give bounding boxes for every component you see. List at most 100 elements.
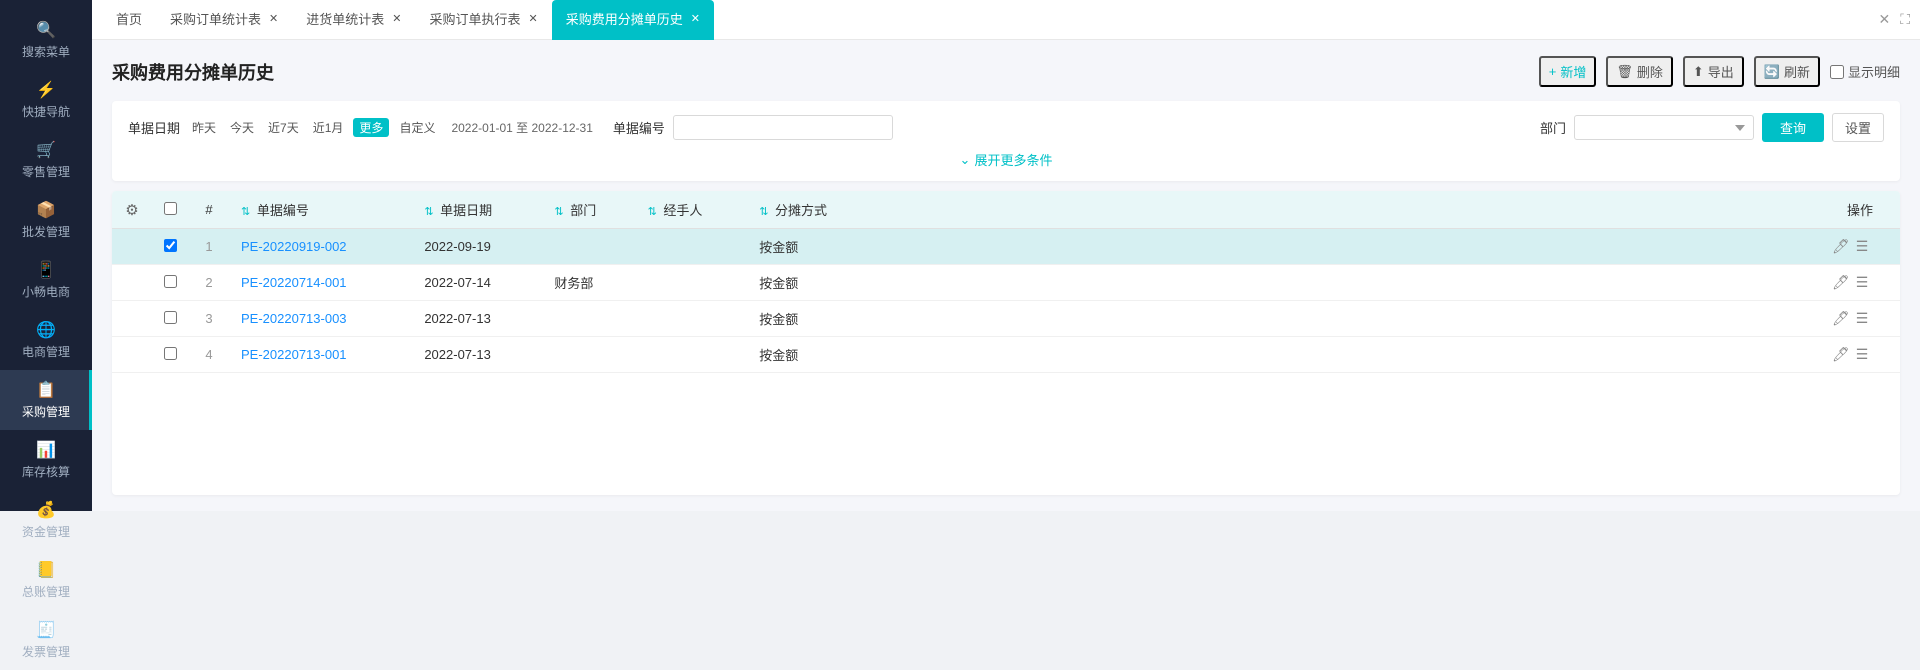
expand-conditions-btn[interactable]: ⌄ 展开更多条件 <box>128 150 1884 169</box>
tab-close-icon[interactable]: ✕ <box>691 12 700 25</box>
close-window-icon[interactable]: ✕ <box>1878 11 1890 28</box>
table-row: 1 PE-20220919-002 2022-09-19 按金额 🖊 ☰ <box>112 229 1900 265</box>
cell-checkbox <box>152 337 189 373</box>
doc-no-link[interactable]: PE-20220713-003 <box>241 311 347 326</box>
shortcut-today[interactable]: 今天 <box>226 118 258 137</box>
cell-doc-date: 2022-09-19 <box>412 229 542 265</box>
date-filter-group: 单据日期 昨天 今天 近7天 近1月 更多 自定义 2022-01-01 至 2… <box>128 118 593 137</box>
col-doc-no[interactable]: ⇅ 单据编号 <box>229 191 412 229</box>
edit-icon[interactable]: 🖊 <box>1832 346 1850 363</box>
shortcut-more[interactable]: 更多 <box>353 118 389 137</box>
sidebar-item-search[interactable]: 🔍 搜索菜单 <box>0 10 92 70</box>
export-button[interactable]: ⬆ 导出 <box>1683 56 1744 87</box>
page-title: 采购费用分摊单历史 <box>112 59 274 85</box>
cell-checkbox <box>152 265 189 301</box>
edit-icon[interactable]: 🖊 <box>1832 238 1850 255</box>
cell-doc-date: 2022-07-13 <box>412 301 542 337</box>
sidebar-item-mini[interactable]: 📱 小畅电商 <box>0 250 92 310</box>
col-dept[interactable]: ⇅ 部门 <box>542 191 635 229</box>
sidebar-item-ledger[interactable]: 📒 总账管理 <box>0 550 92 610</box>
shortcut-yesterday[interactable]: 昨天 <box>188 118 220 137</box>
sidebar-item-label: 快捷导航 <box>22 105 70 119</box>
edit-icon[interactable]: 🖊 <box>1832 274 1850 291</box>
expand-window-icon[interactable]: ⛶ <box>1900 11 1910 28</box>
shortcut-1month[interactable]: 近1月 <box>309 118 348 137</box>
filter-bar: 单据日期 昨天 今天 近7天 近1月 更多 自定义 2022-01-01 至 2… <box>112 101 1900 181</box>
cell-split-method: 按金额 <box>747 229 1820 265</box>
sidebar-item-label: 库存核算 <box>22 465 70 479</box>
cell-handler <box>636 229 748 265</box>
detail-icon[interactable]: ☰ <box>1856 274 1869 291</box>
detail-icon[interactable]: ☰ <box>1856 346 1869 363</box>
sidebar-item-wholesale[interactable]: 📦 批发管理 <box>0 190 92 250</box>
date-range-display: 2022-01-01 至 2022-12-31 <box>451 119 592 136</box>
tab-incoming-summary[interactable]: 进货单统计表 ✕ <box>292 0 415 40</box>
cell-handler <box>636 337 748 373</box>
docno-input[interactable] <box>673 115 893 140</box>
refresh-button[interactable]: 🔄 刷新 <box>1754 56 1820 87</box>
show-cols-checkbox[interactable] <box>1830 65 1844 79</box>
sidebar-item-ecommerce[interactable]: 🌐 电商管理 <box>0 310 92 370</box>
retail-icon: 🛒 <box>5 140 87 160</box>
cell-dept: 财务部 <box>542 265 635 301</box>
table-settings-icon[interactable]: ⚙ <box>125 202 138 219</box>
cell-num: 3 <box>189 301 229 337</box>
delete-button[interactable]: 🗑 删除 <box>1606 56 1673 87</box>
detail-icon[interactable]: ☰ <box>1856 238 1869 255</box>
sidebar-item-inventory[interactable]: 📊 库存核算 <box>0 430 92 490</box>
edit-icon[interactable]: 🖊 <box>1832 310 1850 327</box>
sidebar-item-label: 搜索菜单 <box>22 45 70 59</box>
row-checkbox[interactable] <box>164 275 177 288</box>
tab-purchase-exec[interactable]: 采购订单执行表 ✕ <box>415 0 551 40</box>
col-doc-date[interactable]: ⇅ 单据日期 <box>412 191 542 229</box>
col-split-method-label: 分摊方式 <box>775 203 827 218</box>
tab-purchase-summary[interactable]: 采购订单统计表 ✕ <box>156 0 292 40</box>
dept-filter-group: 部门 财务部 查询 设置 <box>1540 113 1884 142</box>
cell-num: 2 <box>189 265 229 301</box>
select-all-checkbox[interactable] <box>164 202 177 215</box>
detail-icon[interactable]: ☰ <box>1856 310 1869 327</box>
shortcut-custom[interactable]: 自定义 <box>395 118 439 137</box>
tab-purchase-split-hist[interactable]: 采购费用分摊单历史 ✕ <box>552 0 714 40</box>
wholesale-icon: 📦 <box>5 200 87 220</box>
row-checkbox[interactable] <box>164 347 177 360</box>
sort-icon: ⇅ <box>554 206 563 218</box>
purchase-icon: 📋 <box>5 380 87 400</box>
show-cols-toggle[interactable]: 显示明细 <box>1830 62 1900 81</box>
tab-bar: 首页 采购订单统计表 ✕ 进货单统计表 ✕ 采购订单执行表 ✕ 采购费用分摊单历… <box>92 0 1920 40</box>
row-checkbox[interactable] <box>164 239 177 252</box>
cell-action: 🖊 ☰ <box>1820 229 1900 265</box>
dept-select[interactable]: 财务部 <box>1574 115 1754 140</box>
tab-close-icon[interactable]: ✕ <box>392 12 401 25</box>
cell-action: 🖊 ☰ <box>1820 265 1900 301</box>
doc-no-link[interactable]: PE-20220919-002 <box>241 239 347 254</box>
doc-no-link[interactable]: PE-20220713-001 <box>241 347 347 362</box>
page-header: 采购费用分摊单历史 + 新增 🗑 删除 ⬆ 导出 🔄 刷新 <box>112 56 1900 87</box>
tab-close-icon[interactable]: ✕ <box>269 12 278 25</box>
query-button[interactable]: 查询 <box>1762 113 1824 142</box>
col-handler[interactable]: ⇅ 经手人 <box>636 191 748 229</box>
doc-no-link[interactable]: PE-20220714-001 <box>241 275 347 290</box>
tab-close-icon[interactable]: ✕ <box>529 12 538 25</box>
row-checkbox[interactable] <box>164 311 177 324</box>
sidebar-item-label: 总账管理 <box>22 585 70 599</box>
sidebar-item-capital[interactable]: 💰 资金管理 <box>0 490 92 550</box>
sidebar-item-invoice[interactable]: 🧾 发票管理 <box>0 610 92 670</box>
tab-home[interactable]: 首页 <box>102 0 156 40</box>
table-body: 1 PE-20220919-002 2022-09-19 按金额 🖊 ☰ 2 P… <box>112 229 1900 373</box>
docno-filter-group: 单据编号 <box>613 115 1520 140</box>
sidebar-item-purchase[interactable]: 📋 采购管理 <box>0 370 92 430</box>
add-button[interactable]: + 新增 <box>1539 56 1597 87</box>
date-filter-label: 单据日期 <box>128 118 180 137</box>
cell-handler <box>636 301 748 337</box>
settings-button[interactable]: 设置 <box>1832 113 1884 142</box>
shortcut-7days[interactable]: 近7天 <box>264 118 303 137</box>
sort-icon: ⇅ <box>759 206 768 218</box>
chevron-down-icon: ⌄ <box>960 152 971 168</box>
capital-icon: 💰 <box>5 500 87 520</box>
cell-checkbox <box>152 229 189 265</box>
sidebar-item-retail[interactable]: 🛒 零售管理 <box>0 130 92 190</box>
sidebar-item-quicknav[interactable]: ⚡ 快捷导航 <box>0 70 92 130</box>
col-split-method[interactable]: ⇅ 分摊方式 <box>747 191 1820 229</box>
tab-label: 采购订单执行表 <box>429 9 520 28</box>
